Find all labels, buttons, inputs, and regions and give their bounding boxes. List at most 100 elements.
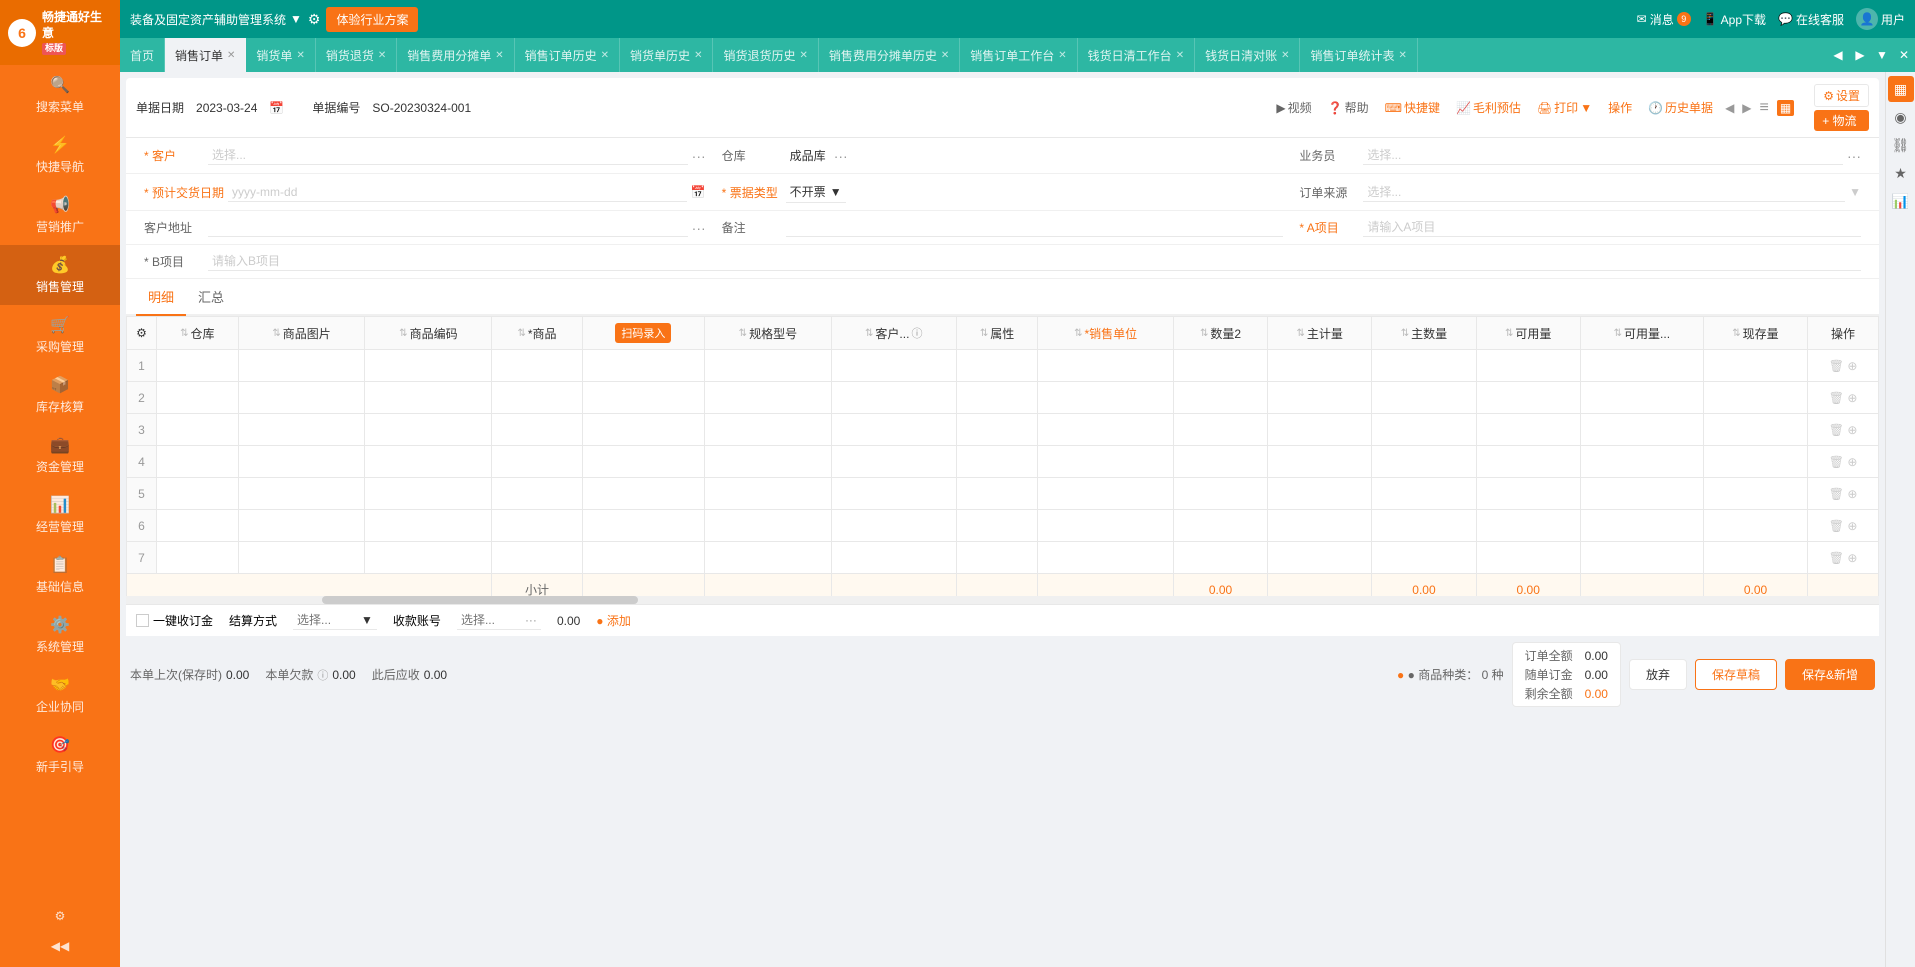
sidebar-item-quick[interactable]: ⚡ 快捷导航: [0, 125, 120, 185]
row-2-attr[interactable]: [956, 382, 1038, 414]
scan-button[interactable]: 扫码录入: [615, 323, 671, 343]
row-5-copy-icon[interactable]: ⊕: [1847, 487, 1857, 501]
save-draft-button[interactable]: 保存草稿: [1695, 659, 1777, 690]
right-panel-grid-icon[interactable]: ▦: [1888, 76, 1914, 102]
tabs-prev-arrow[interactable]: ◀: [1827, 38, 1849, 72]
bank-account-select[interactable]: ···: [457, 611, 541, 630]
customer-code-help-icon[interactable]: ⓘ: [911, 325, 922, 341]
sidebar-item-search[interactable]: 🔍 搜索菜单: [0, 65, 120, 125]
tab-daily-workbench-close[interactable]: ✕: [1176, 50, 1184, 61]
salesperson-more-icon[interactable]: ···: [1847, 148, 1861, 164]
row-2-copy-icon[interactable]: ⊕: [1847, 391, 1857, 405]
tab-order-workbench[interactable]: 销售订单工作台 ✕: [960, 38, 1077, 72]
row-1-available2[interactable]: [1580, 350, 1703, 382]
address-input[interactable]: [208, 218, 688, 237]
right-panel-link-icon[interactable]: ⛓: [1888, 132, 1914, 158]
row-1-stock[interactable]: [1703, 350, 1807, 382]
sidebar-item-base[interactable]: 📋 基础信息: [0, 545, 120, 605]
right-panel-fingerprint-icon[interactable]: ◉: [1888, 104, 1914, 130]
customer-more-icon[interactable]: ···: [692, 148, 706, 164]
one-key-checkbox[interactable]: [136, 614, 149, 627]
a-project-input[interactable]: [1363, 218, 1861, 237]
tab-expense-split-close[interactable]: ✕: [495, 50, 503, 61]
print-button[interactable]: 🖨 打印 ▼: [1533, 97, 1596, 118]
row-1-spec[interactable]: [704, 350, 831, 382]
row-7-delete-icon[interactable]: 🗑: [1829, 551, 1844, 565]
tabs-menu-arrow[interactable]: ▼: [1871, 38, 1893, 72]
invoice-type-select[interactable]: 不开票 ▼: [786, 181, 846, 203]
row-2-delete-icon[interactable]: 🗑: [1829, 391, 1844, 405]
row-2-image[interactable]: [238, 382, 365, 414]
b-project-input[interactable]: [208, 252, 1861, 271]
operation-button[interactable]: 操作: [1604, 97, 1636, 118]
tab-sales-order[interactable]: 销售订单 ✕: [165, 38, 246, 72]
user-menu[interactable]: 👤 用户: [1856, 8, 1905, 30]
form-settings-button[interactable]: ⚙ 设置: [1814, 84, 1869, 107]
payment-method-select[interactable]: ▼: [293, 611, 377, 630]
tab-invoice-history-close[interactable]: ✕: [694, 50, 702, 61]
sidebar-settings[interactable]: ⚙: [4, 903, 116, 929]
solution-button[interactable]: 体验行业方案: [326, 7, 418, 32]
row-1-product[interactable]: [492, 350, 582, 382]
next-doc-icon[interactable]: ▶: [1742, 101, 1751, 115]
row-2-code[interactable]: [365, 382, 492, 414]
sidebar-item-marketing[interactable]: 📢 营销推广: [0, 185, 120, 245]
sidebar-collapse[interactable]: ◀◀: [4, 933, 116, 959]
order-source-dropdown-icon[interactable]: ▼: [1849, 185, 1861, 199]
tab-sales-order-close[interactable]: ✕: [227, 50, 235, 61]
tab-detail[interactable]: 明细: [136, 279, 186, 316]
tab-return-history-close[interactable]: ✕: [799, 50, 807, 61]
online-service-button[interactable]: 💬 在线客服: [1778, 11, 1844, 28]
scrollbar-thumb[interactable]: [322, 596, 638, 604]
sidebar-item-guide[interactable]: 🎯 新手引导: [0, 725, 120, 785]
discard-button[interactable]: 放弃: [1629, 659, 1687, 690]
th-settings[interactable]: ⚙: [127, 317, 157, 350]
row-1-main-qty[interactable]: [1372, 350, 1476, 382]
row-1-customer-code[interactable]: [831, 350, 956, 382]
horizontal-scrollbar[interactable]: [126, 596, 1879, 604]
calendar-icon[interactable]: 📅: [269, 101, 284, 115]
message-button[interactable]: ✉ 消息 9: [1637, 11, 1691, 28]
tab-order-history-close[interactable]: ✕: [601, 50, 609, 61]
date-picker-icon[interactable]: 📅: [691, 185, 706, 199]
detail-view-icon[interactable]: ▦: [1777, 100, 1794, 116]
row-2-product[interactable]: [492, 382, 582, 414]
tab-order-stats-close[interactable]: ✕: [1399, 50, 1407, 61]
order-source-input[interactable]: [1363, 183, 1845, 202]
row-2-main-qty[interactable]: [1372, 382, 1476, 414]
sidebar-item-sales[interactable]: 💰 销售管理: [0, 245, 120, 305]
preview-button[interactable]: ▶ 视频: [1272, 97, 1315, 118]
prev-doc-icon[interactable]: ◀: [1725, 101, 1734, 115]
tab-return[interactable]: 销货退货 ✕: [316, 38, 397, 72]
tab-order-stats[interactable]: 销售订单统计表 ✕: [1300, 38, 1417, 72]
row-2-customer-code[interactable]: [831, 382, 956, 414]
sidebar-item-operation[interactable]: 📊 经营管理: [0, 485, 120, 545]
tab-expense-history[interactable]: 销售费用分摊单历史 ✕: [819, 38, 960, 72]
bank-select-input[interactable]: [461, 613, 521, 627]
shortcut-button[interactable]: ⌨ 快捷键: [1381, 97, 1444, 118]
tab-order-workbench-close[interactable]: ✕: [1058, 50, 1066, 61]
row-4-copy-icon[interactable]: ⊕: [1847, 455, 1857, 469]
tabs-close-all[interactable]: ✕: [1893, 38, 1915, 72]
print-dropdown-icon[interactable]: ▼: [1580, 101, 1592, 115]
row-1-delete-icon[interactable]: 🗑: [1829, 359, 1844, 373]
salesperson-input[interactable]: [1363, 146, 1843, 165]
sidebar-item-system[interactable]: ⚙️ 系统管理: [0, 605, 120, 665]
list-view-icon[interactable]: ≡: [1760, 99, 1769, 117]
row-1-image[interactable]: [238, 350, 365, 382]
sidebar-item-inventory[interactable]: 📦 库存核算: [0, 365, 120, 425]
tab-order-history[interactable]: 销售订单历史 ✕: [515, 38, 620, 72]
tab-return-close[interactable]: ✕: [378, 50, 386, 61]
table-settings-icon[interactable]: ⚙: [136, 326, 147, 340]
row-2-stock[interactable]: [1703, 382, 1807, 414]
history-button[interactable]: 🕐 历史单据: [1644, 97, 1717, 118]
row-2-qty2[interactable]: [1173, 382, 1267, 414]
tab-sales-invoice-close[interactable]: ✕: [296, 50, 304, 61]
remark-input[interactable]: [786, 218, 1284, 237]
this-debt-help-icon[interactable]: ⓘ: [317, 667, 328, 683]
right-panel-star-icon[interactable]: ★: [1888, 160, 1914, 186]
row-2-available2[interactable]: [1580, 382, 1703, 414]
add-payment-button[interactable]: ● 添加: [596, 612, 631, 629]
row-1-warehouse[interactable]: [157, 350, 239, 382]
sidebar-item-finance[interactable]: 💼 资金管理: [0, 425, 120, 485]
